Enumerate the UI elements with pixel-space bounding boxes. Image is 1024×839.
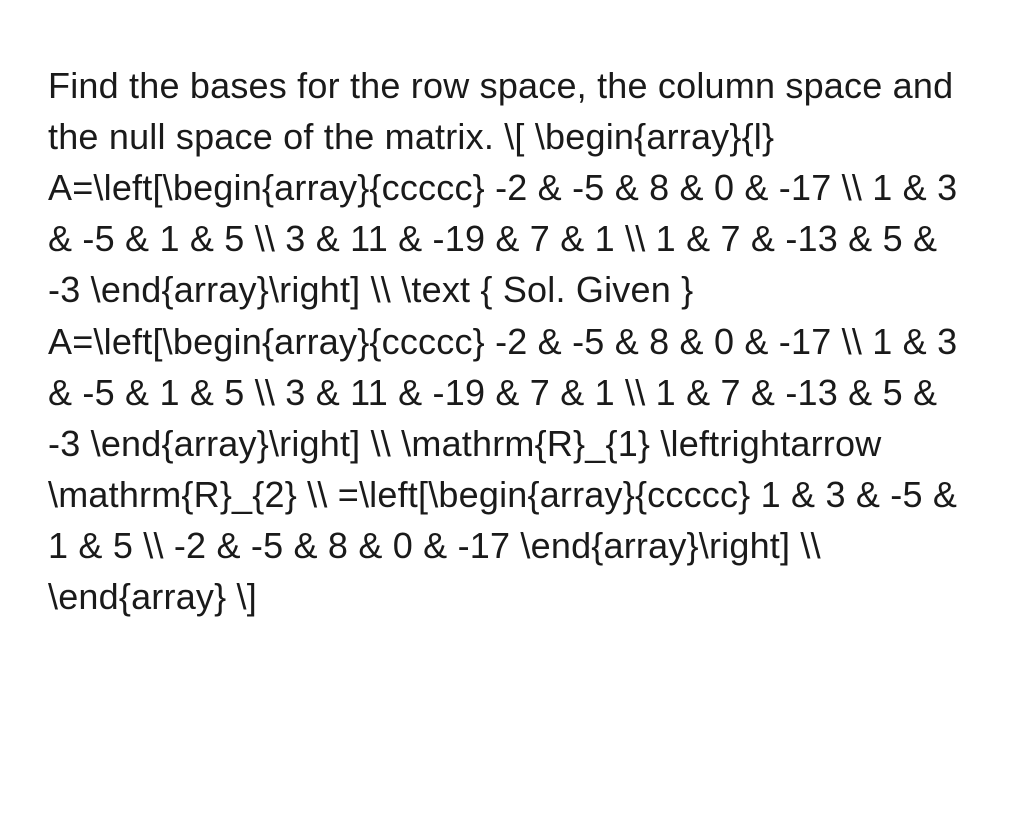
document-text: Find the bases for the row space, the co…	[48, 60, 976, 622]
document-content: Find the bases for the row space, the co…	[48, 60, 976, 622]
